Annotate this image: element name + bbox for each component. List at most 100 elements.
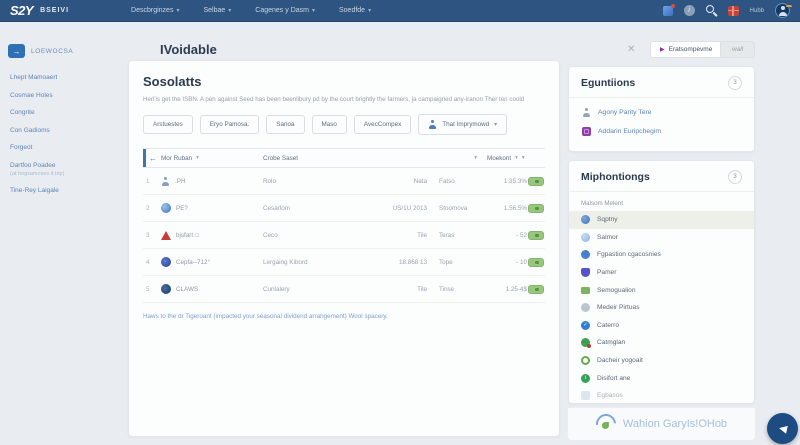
globe-blue-icon (161, 203, 171, 213)
chevron-down-icon: ▾ (368, 8, 372, 14)
play-icon: ▶ (660, 47, 665, 53)
count-badge[interactable]: 3 (728, 76, 742, 90)
top-navbar: S2Y BSEIVI Descbrginzes ▾ Selbae ▾ Cagenes… (0, 0, 800, 22)
sidebar-item-4[interactable]: Forgeot (10, 144, 122, 151)
chevron-down-icon: ▾ (176, 8, 180, 14)
nav-item-2[interactable]: Cagenes y Dasm ▾ (255, 7, 315, 14)
main-panel: Sosolatts Herl'is get the ISBN. A pen ag… (128, 60, 560, 437)
chevron-down-icon: ▾ (228, 8, 232, 14)
status-badge[interactable] (528, 284, 544, 294)
card-icon (581, 286, 590, 294)
run-button[interactable]: ▶ Eratsompevme (650, 41, 723, 58)
column-header-details[interactable]: Crobe Saset ▾ (263, 155, 487, 162)
row-cell: Rolo (263, 177, 276, 185)
drop-icon (581, 250, 590, 260)
column-header-status[interactable]: Moekont ▾ ▾ (487, 155, 545, 162)
sidebar-item-5[interactable]: Dartfoo Poadee (10, 162, 122, 169)
panel-title: Eguntiions (581, 77, 636, 89)
row-cell: Tile (417, 231, 427, 239)
sidebar-item-3[interactable]: Con Gadioms (10, 127, 122, 134)
filter-button-1[interactable]: Eryo Pamosa. (199, 115, 260, 134)
row-value: 1.35.3% (503, 177, 527, 185)
globe-icon (581, 232, 590, 242)
list-item[interactable]: Medeir Pirtuas (569, 299, 754, 317)
status-badge[interactable] (528, 203, 544, 213)
row-cell: Tinse (439, 285, 455, 293)
panel-subtitle: Malsom Melent (581, 200, 623, 207)
nav-item-1[interactable]: Selbae ▾ (203, 7, 231, 14)
list-item[interactable]: Fgpastion cgacosnies (569, 246, 754, 264)
list-item[interactable]: Dacheir yogoait (569, 352, 754, 370)
search-icon[interactable] (705, 5, 717, 16)
assignee-dropdown[interactable]: That Imprymowd ▾ (418, 114, 508, 135)
table-footnote-link[interactable]: Haws to the dr Tigeroant (impacted your … (143, 313, 545, 320)
row-cell: Tile (417, 285, 427, 293)
row-cell: US/1U 2013 (392, 204, 427, 212)
table-row[interactable]: 2 PE? Cesarlom US/1U 2013 Stoomova 1.56.… (143, 195, 545, 222)
list-item[interactable]: Catmglan (569, 334, 754, 352)
sidebar-item-2[interactable]: Congrite (10, 109, 122, 116)
table-row[interactable]: 5 CLAWS Cunlalery Tile Tinse 1.25-4$ (143, 276, 545, 303)
list-item[interactable]: Pamer (569, 264, 754, 282)
table-row[interactable]: 3 bjsfart □ Ceco Tile Teras - 52 (143, 222, 545, 249)
user-name-label: Hubb (749, 7, 764, 14)
filter-button-0[interactable]: Arstuestes (143, 115, 193, 134)
list-item[interactable]: Sqptny (569, 211, 754, 229)
secondary-button[interactable]: wall (720, 41, 756, 58)
close-icon[interactable]: ✕ (627, 44, 635, 55)
row-number: 1 (146, 177, 150, 185)
status-badge[interactable] (528, 230, 544, 240)
user-avatar[interactable] (775, 3, 790, 18)
brand-logo: S2Y (10, 3, 34, 18)
info-icon[interactable]: i (683, 5, 695, 16)
arrow-right-icon: → (12, 46, 21, 56)
nav-item-3[interactable]: Soedfde ▾ (339, 7, 371, 14)
row-name: bjsfart □ (176, 231, 199, 239)
status-badge[interactable] (528, 176, 544, 186)
filter-button-4[interactable]: AvecCompex (353, 115, 412, 134)
floating-action-button[interactable] (767, 413, 798, 444)
row-value: 1.25-4$ (505, 285, 527, 293)
table-row[interactable]: 1 .PH Rolo Nata Fatso 1.35.3% (143, 168, 545, 195)
globe-navy-icon (161, 257, 171, 267)
row-name: Cepfa--712° (176, 258, 211, 266)
sidebar-item-0[interactable]: Lhept Mamoaert (10, 74, 122, 81)
equation-link-1[interactable]: Addarin Euripchegim (582, 127, 741, 136)
count-badge[interactable]: 3 (728, 170, 742, 184)
list-item[interactable]: Egbasos (569, 387, 754, 403)
list-item[interactable]: Salmor (569, 229, 754, 247)
person-icon (428, 120, 437, 129)
filter-button-2[interactable]: Sanoa (266, 115, 305, 134)
nav-item-0[interactable]: Descbrginzes ▾ (131, 7, 179, 14)
column-header-name[interactable]: Mor Ruban ▾ (161, 155, 263, 162)
sidebar-item-6[interactable]: Tine-Rey Laigale (10, 187, 122, 194)
section-description: Herl'is get the ISBN. A pen against Seed… (143, 96, 525, 103)
chevron-down-icon: ▾ (494, 122, 498, 128)
list-item[interactable]: Semogualion (569, 281, 754, 299)
table-header: ← Mor Ruban ▾ Crobe Saset ▾ Moekont ▾ ▾ (143, 148, 545, 168)
back-label[interactable]: Loewocsa (31, 48, 73, 55)
gift-icon[interactable] (727, 5, 739, 16)
module-icon (582, 127, 591, 136)
results-table: ← Mor Ruban ▾ Crobe Saset ▾ Moekont ▾ ▾ 1 .P… (143, 148, 545, 303)
back-button[interactable]: → (8, 44, 25, 58)
shield-icon (581, 268, 590, 278)
footer-logo-icon (591, 409, 621, 439)
row-name: PE? (176, 204, 188, 212)
equation-link-0[interactable]: Agony Parity Tere (582, 108, 741, 117)
sidebar-item-1[interactable]: Cosmae Holes (10, 92, 122, 99)
list-item[interactable]: i Disifort ane (569, 369, 754, 387)
panel-title: Miphontiongs (581, 171, 650, 183)
list-item[interactable]: ✓ Caterro (569, 317, 754, 335)
chevron-down-icon: ▾ (521, 155, 525, 161)
sidebar-item-5-sublabel: (at hogsamoses it trip) (10, 170, 65, 177)
filter-button-3[interactable]: Maso (311, 115, 347, 134)
table-row[interactable]: 4 Cepfa--712° Lergaing Kibord 18.868 13 … (143, 249, 545, 276)
gear-icon (581, 303, 590, 313)
left-arrow-icon[interactable]: ← (143, 154, 161, 163)
chevron-down-icon: ▾ (474, 155, 477, 161)
status-badge[interactable] (528, 257, 544, 267)
apps-icon[interactable] (662, 3, 675, 16)
chevron-down-icon: ▾ (515, 155, 518, 161)
row-value: - 10 (516, 258, 527, 266)
